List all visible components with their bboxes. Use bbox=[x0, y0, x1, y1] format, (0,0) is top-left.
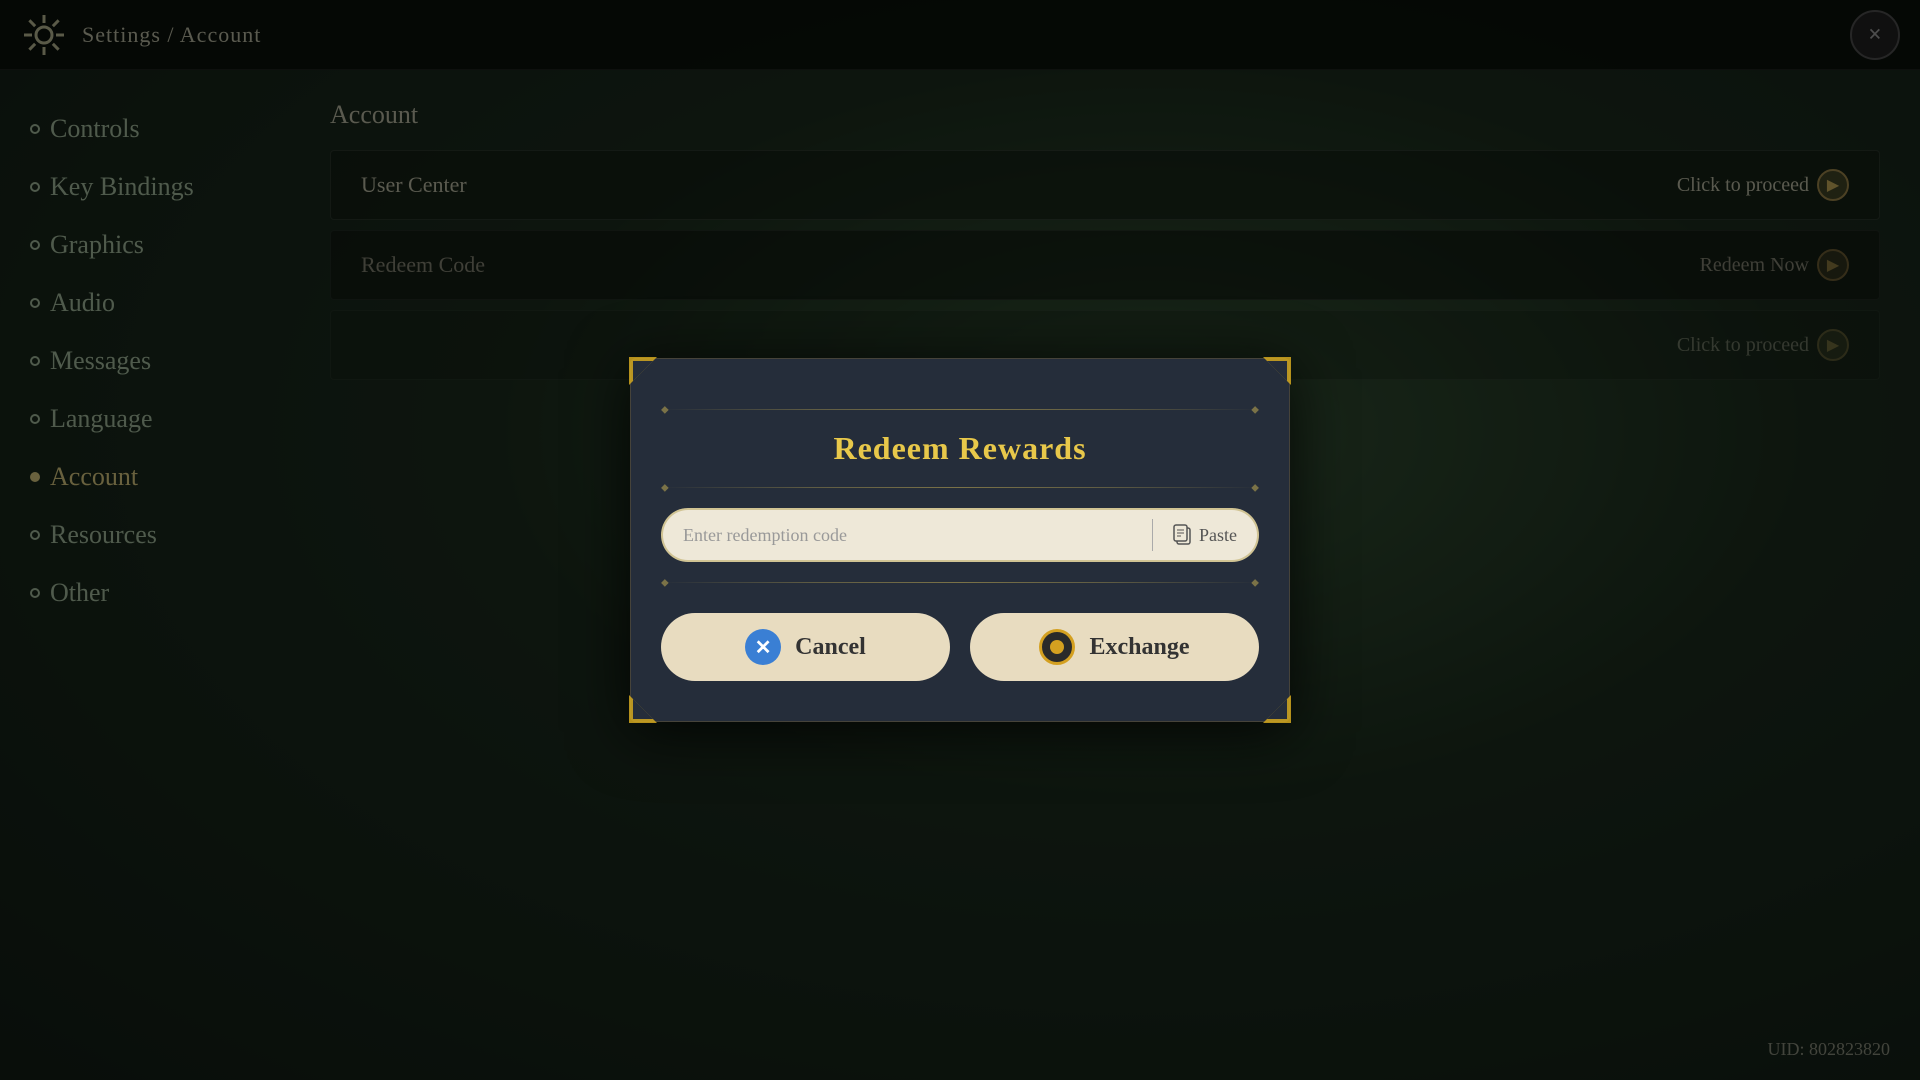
modal-buttons: ✕ Cancel Exchange bbox=[661, 613, 1259, 681]
cancel-button[interactable]: ✕ Cancel bbox=[661, 613, 950, 681]
exchange-icon bbox=[1039, 629, 1075, 665]
top-divider bbox=[661, 409, 1259, 410]
corner-br bbox=[1263, 695, 1291, 723]
redemption-code-input[interactable] bbox=[663, 511, 1152, 560]
corner-tr bbox=[1263, 357, 1291, 385]
corner-tl bbox=[629, 357, 657, 385]
code-input-wrapper: Paste bbox=[661, 508, 1259, 562]
cancel-label: Cancel bbox=[795, 634, 866, 661]
clipboard-icon bbox=[1173, 524, 1193, 546]
cancel-icon: ✕ bbox=[745, 629, 781, 665]
corner-bl bbox=[629, 695, 657, 723]
paste-label: Paste bbox=[1199, 525, 1237, 546]
modal-title: Redeem Rewards bbox=[661, 430, 1259, 467]
exchange-button[interactable]: Exchange bbox=[970, 613, 1259, 681]
bottom-divider bbox=[661, 487, 1259, 488]
paste-button[interactable]: Paste bbox=[1153, 510, 1257, 560]
buttons-divider bbox=[661, 582, 1259, 583]
exchange-label: Exchange bbox=[1089, 634, 1189, 661]
redeem-modal: Redeem Rewards Paste ✕ Cancel Exchange bbox=[630, 358, 1290, 722]
